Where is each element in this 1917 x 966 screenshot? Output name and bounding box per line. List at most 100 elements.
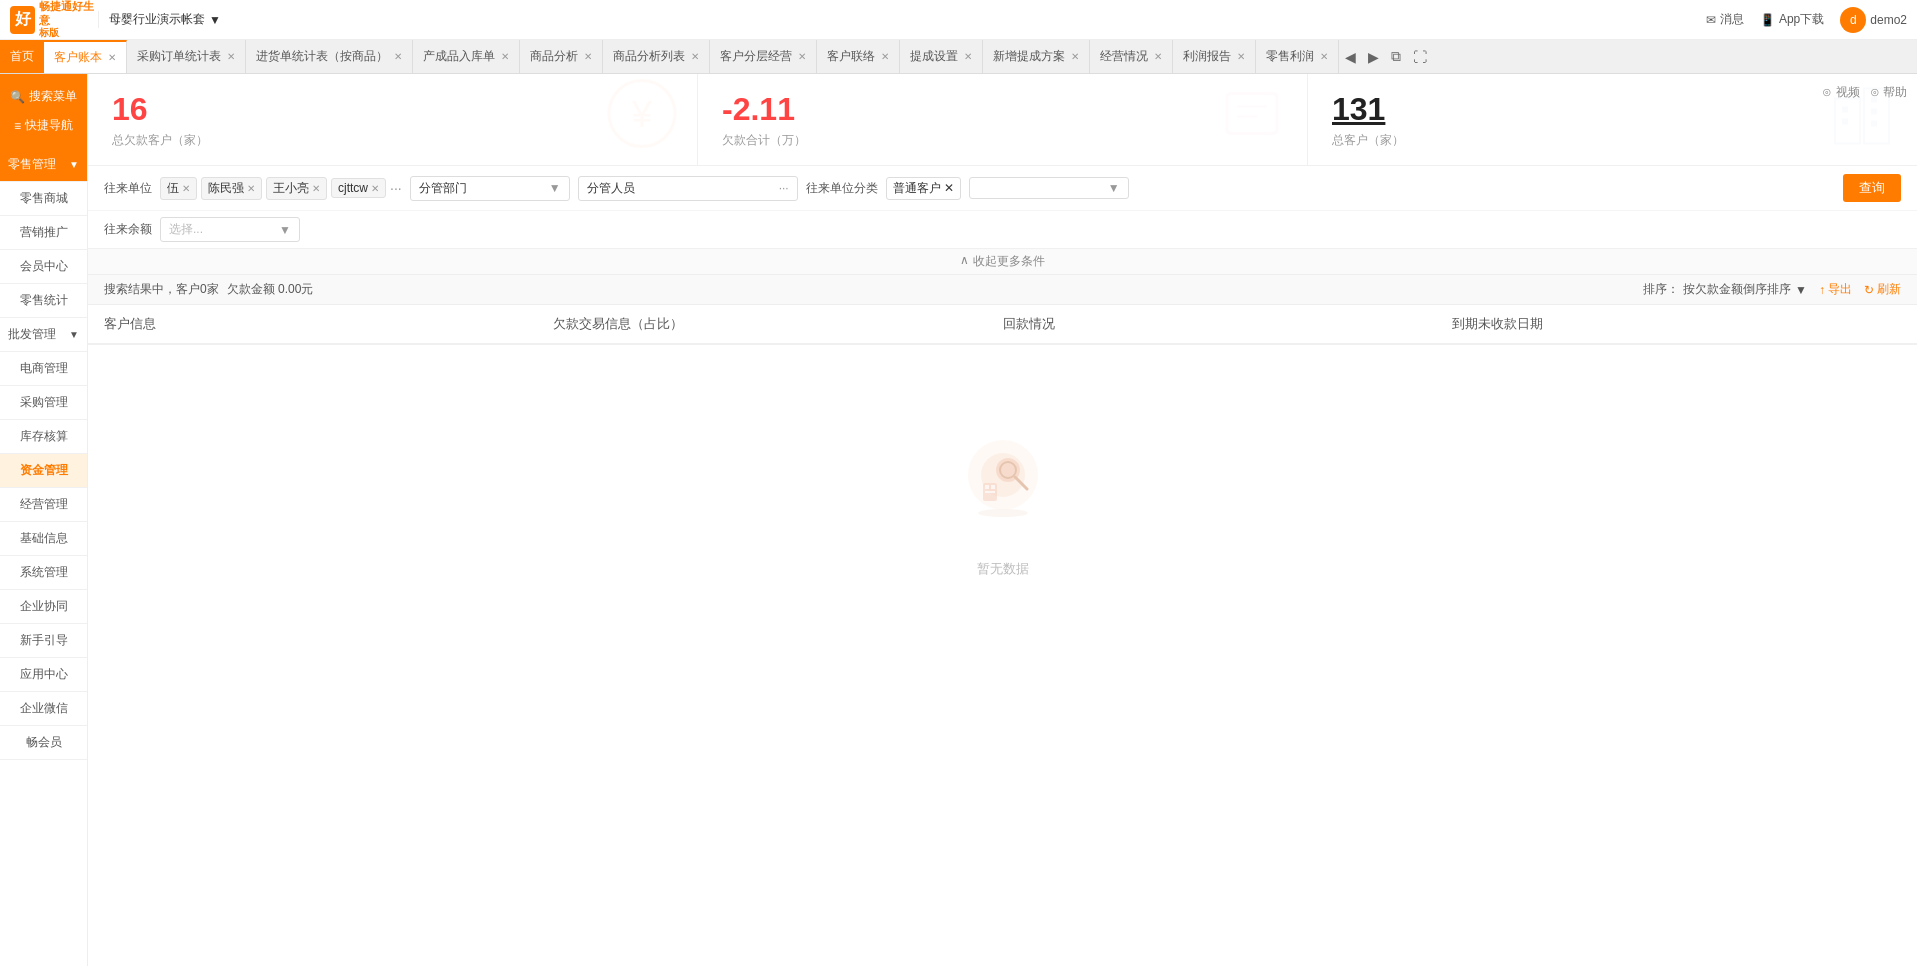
close-icon[interactable]: ✕: [1154, 51, 1162, 62]
sidebar-item-ecommerce[interactable]: 电商管理: [0, 352, 87, 386]
sidebar-item-enterprise[interactable]: 企业协同: [0, 590, 87, 624]
tab-restore[interactable]: ⧉: [1385, 48, 1407, 65]
refresh-icon: ↻: [1864, 283, 1874, 297]
svg-rect-10: [1871, 108, 1877, 114]
query-button[interactable]: 查询: [1843, 174, 1901, 202]
stat-icon-money: ¥: [607, 78, 677, 161]
filter-row-2: 往来余额 选择... ▼: [88, 211, 1917, 249]
close-icon[interactable]: ✕: [1071, 51, 1079, 62]
collapse-row[interactable]: ∧ 收起更多条件: [88, 249, 1917, 275]
tab-label: 利润报告: [1183, 48, 1231, 65]
tab-goods-analysis[interactable]: 商品分析 ✕: [520, 40, 603, 74]
chevron-down-icon: ▼: [1108, 181, 1120, 195]
remove-tag-chen[interactable]: ✕: [247, 183, 255, 194]
remove-category-tag[interactable]: ✕: [944, 181, 954, 195]
search-result-row: 搜索结果中，客户0家 欠款金额 0.00元 排序： 按欠款金额倒序排序 ▼ ↑ …: [88, 275, 1917, 305]
filter-tag-chen: 陈民强 ✕: [201, 177, 262, 200]
sidebar-search[interactable]: 🔍 搜索菜单: [0, 82, 87, 111]
sidebar-item-finance[interactable]: 资金管理: [0, 454, 87, 488]
close-icon[interactable]: ✕: [798, 51, 806, 62]
tab-customer-layer[interactable]: 客户分层经营 ✕: [710, 40, 817, 74]
stat-value-customers: 16: [112, 90, 148, 128]
balance-select[interactable]: 选择... ▼: [160, 217, 300, 242]
tab-inbound-stats[interactable]: 进货单统计表（按商品） ✕: [246, 40, 413, 74]
tab-customer-ledger[interactable]: 客户账本 ✕: [44, 40, 127, 74]
close-icon[interactable]: ✕: [1320, 51, 1328, 62]
person-ellipsis: ···: [779, 181, 789, 195]
stat-label-customers: 总欠款客户（家）: [112, 132, 208, 149]
remove-tag-cjttcw[interactable]: ✕: [371, 183, 379, 194]
close-icon[interactable]: ✕: [584, 51, 592, 62]
app-download-btn[interactable]: 📱 App下载: [1760, 11, 1824, 28]
remove-tag-wu[interactable]: ✕: [182, 183, 190, 194]
export-btn[interactable]: ↑ 导出: [1819, 281, 1852, 298]
video-link[interactable]: ⊙ 视频: [1822, 84, 1859, 101]
stat-icon-debt: [1217, 78, 1287, 161]
sidebar-item-operations[interactable]: 经营管理: [0, 488, 87, 522]
tab-retail-profit[interactable]: 零售利润 ✕: [1256, 40, 1339, 74]
main-layout: 🔍 搜索菜单 ≡ 快捷导航 零售管理 ▼ 零售商城 营销推广 会员中心 零售统计…: [0, 74, 1917, 966]
sidebar-item-retail-mgmt[interactable]: 零售管理 ▼: [0, 148, 87, 182]
sidebar-item-newbie[interactable]: 新手引导: [0, 624, 87, 658]
close-icon[interactable]: ✕: [394, 51, 402, 62]
stat-value-total: 131: [1332, 90, 1385, 128]
remove-tag-wang[interactable]: ✕: [312, 183, 320, 194]
workspace-name: 母婴行业演示帐套: [109, 11, 205, 28]
tab-label: 客户账本: [54, 49, 102, 66]
tab-fullscreen[interactable]: ⛶: [1407, 49, 1433, 65]
person-label: 分管人员: [587, 180, 635, 197]
person-select[interactable]: 分管人员 ···: [578, 176, 798, 201]
sidebar-item-system[interactable]: 系统管理: [0, 556, 87, 590]
sidebar-item-wechat[interactable]: 企业微信: [0, 692, 87, 726]
tab-label: 商品分析: [530, 48, 578, 65]
sidebar-item-inventory[interactable]: 库存核算: [0, 420, 87, 454]
svg-rect-19: [991, 485, 995, 489]
sidebar-item-retail-stats[interactable]: 零售统计: [0, 284, 87, 318]
message-btn[interactable]: ✉ 消息: [1706, 11, 1744, 28]
stat-label-total: 总客户（家）: [1332, 132, 1404, 149]
tab-label: 零售利润: [1266, 48, 1314, 65]
table-header: 客户信息 欠款交易信息（占比） 回款情况 到期未收款日期: [88, 305, 1917, 345]
refresh-btn[interactable]: ↻ 刷新: [1864, 281, 1901, 298]
tab-commission-settings[interactable]: 提成设置 ✕: [900, 40, 983, 74]
tab-profit-report[interactable]: 利润报告 ✕: [1173, 40, 1256, 74]
sidebar-item-purchase[interactable]: 采购管理: [0, 386, 87, 420]
tab-home[interactable]: 首页: [0, 40, 44, 74]
stat-label-debt: 欠款合计（万）: [722, 132, 806, 149]
sidebar-item-wholesale-mgmt[interactable]: 批发管理 ▼: [0, 318, 87, 352]
sort-select[interactable]: 排序： 按欠款金额倒序排序 ▼: [1643, 281, 1807, 298]
tab-business[interactable]: 经营情况 ✕: [1090, 40, 1173, 74]
tab-purchase-stats[interactable]: 采购订单统计表 ✕: [127, 40, 246, 74]
svg-rect-8: [1842, 118, 1848, 124]
sidebar-item-basic-info[interactable]: 基础信息: [0, 522, 87, 556]
tab-scroll-left[interactable]: ◀: [1339, 49, 1362, 65]
sidebar-item-member[interactable]: 畅会员: [0, 726, 87, 760]
tab-add-commission[interactable]: 新增提成方案 ✕: [983, 40, 1090, 74]
close-icon[interactable]: ✕: [964, 51, 972, 62]
close-icon[interactable]: ✕: [108, 52, 116, 63]
top-right-links: ⊙ 视频 ⊙ 帮助: [1822, 84, 1907, 101]
close-icon[interactable]: ✕: [881, 51, 889, 62]
close-icon[interactable]: ✕: [227, 51, 235, 62]
tab-production[interactable]: 产成品入库单 ✕: [413, 40, 520, 74]
sidebar-item-member-center[interactable]: 会员中心: [0, 250, 87, 284]
logo-sub: 标版: [39, 27, 98, 39]
sidebar-item-app-center[interactable]: 应用中心: [0, 658, 87, 692]
tab-goods-analysis-list[interactable]: 商品分析列表 ✕: [603, 40, 710, 74]
sidebar-item-retail-mall[interactable]: 零售商城: [0, 182, 87, 216]
close-icon[interactable]: ✕: [501, 51, 509, 62]
dept-select[interactable]: 分管部门 ▼: [410, 176, 570, 201]
tab-scroll-right[interactable]: ▶: [1362, 49, 1385, 65]
more-tags[interactable]: ···: [390, 180, 402, 196]
tab-customer-contact[interactable]: 客户联络 ✕: [817, 40, 900, 74]
close-icon[interactable]: ✕: [1237, 51, 1245, 62]
svg-text:¥: ¥: [631, 93, 653, 134]
close-icon[interactable]: ✕: [691, 51, 699, 62]
workspace-selector[interactable]: 母婴行业演示帐套 ▼: [98, 11, 231, 28]
sidebar-item-marketing[interactable]: 营销推广: [0, 216, 87, 250]
category-dropdown[interactable]: ▼: [969, 177, 1129, 199]
stats-row: 16 总欠款客户（家） ¥ -2.11 欠款合计（万）: [88, 74, 1917, 166]
user-menu[interactable]: d demo2: [1840, 7, 1907, 33]
help-link[interactable]: ⊙ 帮助: [1870, 84, 1907, 101]
sidebar-quick-nav[interactable]: ≡ 快捷导航: [0, 111, 87, 140]
